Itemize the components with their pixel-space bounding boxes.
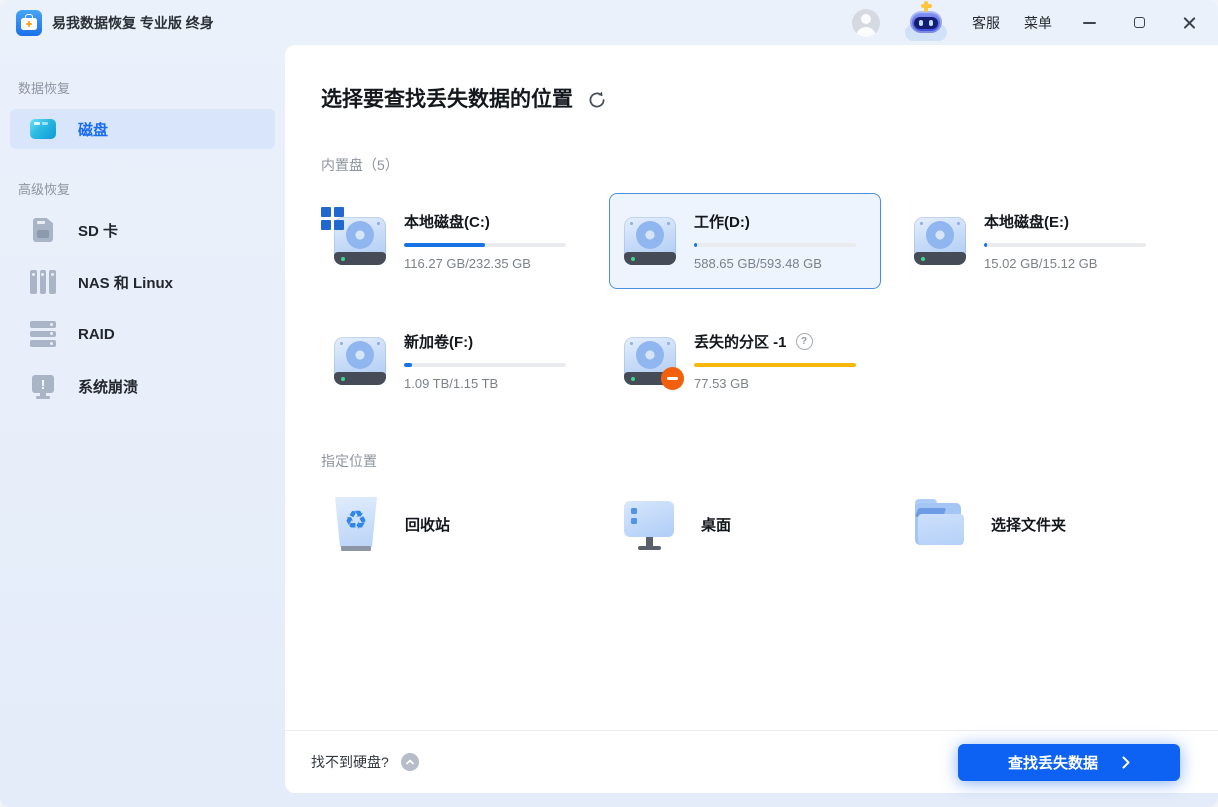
disk-capacity: 77.53 GB — [694, 376, 866, 391]
locations-section-label: 指定位置 — [321, 451, 1218, 471]
desktop-icon — [621, 496, 677, 552]
hard-drive-icon — [912, 215, 968, 267]
help-icon[interactable]: ? — [796, 333, 813, 350]
hard-drive-icon — [332, 215, 388, 267]
sidebar-item-sd-card[interactable]: SD 卡 — [10, 210, 275, 250]
location-label: 桌面 — [701, 514, 731, 535]
disk-name: 丢失的分区 -1 — [694, 331, 787, 352]
sidebar-item-nas-linux[interactable]: NAS 和 Linux — [10, 262, 275, 302]
title-bar: 易我数据恢复 专业版 终身 客服 菜单 — [0, 0, 1218, 45]
internal-disks-section-label: 内置盘（5） — [321, 155, 1218, 175]
disk-capacity: 116.27 GB/232.35 GB — [404, 256, 576, 271]
lost-partition-badge-icon — [661, 367, 684, 390]
location-desktop[interactable]: 桌面 — [609, 495, 881, 553]
hard-drive-icon — [622, 215, 678, 267]
usage-bar — [404, 363, 566, 367]
location-select-folder[interactable]: 选择文件夹 — [899, 495, 1171, 553]
chevron-up-icon[interactable] — [401, 753, 419, 771]
locations-grid: ♻ 回收站 桌面 选择文件夹 — [319, 495, 1218, 553]
sidebar-item-label: RAID — [78, 326, 115, 343]
chevron-right-icon — [1122, 756, 1130, 769]
disk-card-f[interactable]: 新加卷(F:) 1.09 TB/1.15 TB — [319, 313, 591, 409]
minimize-button[interactable] — [1076, 8, 1102, 38]
disk-capacity: 588.65 GB/593.48 GB — [694, 256, 866, 271]
system-crash-icon: ! — [30, 373, 56, 399]
disk-name: 本地磁盘(C:) — [404, 211, 576, 232]
page-title: 选择要查找丢失数据的位置 — [321, 83, 573, 113]
app-title: 易我数据恢复 专业版 终身 — [52, 13, 214, 33]
maximize-button[interactable] — [1126, 8, 1152, 38]
sidebar-item-label: 系统崩溃 — [78, 376, 138, 397]
menu-link[interactable]: 菜单 — [1024, 13, 1052, 33]
assistant-robot-icon[interactable] — [904, 3, 948, 43]
refresh-icon[interactable] — [587, 90, 607, 110]
location-label: 回收站 — [405, 514, 450, 535]
sidebar-item-system-crash[interactable]: ! 系统崩溃 — [10, 366, 275, 406]
scan-button-label: 查找丢失数据 — [1008, 752, 1098, 773]
close-button[interactable] — [1176, 8, 1202, 38]
scan-lost-data-button[interactable]: 查找丢失数据 — [958, 744, 1180, 781]
app-window: 易我数据恢复 专业版 终身 客服 菜单 数据恢复 磁盘 高级恢复 S — [0, 0, 1218, 807]
cannot-find-disk-hint: 找不到硬盘? — [311, 752, 389, 772]
location-recycle-bin[interactable]: ♻ 回收站 — [319, 495, 591, 553]
disk-card-e[interactable]: 本地磁盘(E:) 15.02 GB/15.12 GB — [899, 193, 1171, 289]
disk-name: 新加卷(F:) — [404, 331, 576, 352]
internal-disks-grid: 本地磁盘(C:) 116.27 GB/232.35 GB 工作(D:) 588.… — [319, 193, 1218, 409]
sidebar-section-advanced-recovery: 高级恢复 — [18, 179, 285, 198]
sidebar-section-data-recovery: 数据恢复 — [18, 78, 285, 97]
sidebar-item-disk[interactable]: 磁盘 — [10, 109, 275, 149]
hard-drive-icon — [622, 335, 678, 387]
sidebar-item-label: NAS 和 Linux — [78, 272, 173, 293]
disk-capacity: 15.02 GB/15.12 GB — [984, 256, 1156, 271]
nas-server-icon — [30, 269, 56, 296]
location-label: 选择文件夹 — [991, 514, 1066, 535]
sd-card-icon — [30, 217, 56, 243]
disk-card-d[interactable]: 工作(D:) 588.65 GB/593.48 GB — [609, 193, 881, 289]
folder-icon — [911, 498, 967, 550]
support-link[interactable]: 客服 — [972, 13, 1000, 33]
disk-icon — [30, 116, 56, 142]
app-logo-icon — [16, 10, 42, 36]
disk-name: 工作(D:) — [694, 211, 866, 232]
sidebar-item-label: SD 卡 — [78, 220, 118, 241]
disk-card-lost-partition[interactable]: 丢失的分区 -1 ? 77.53 GB — [609, 313, 881, 409]
raid-array-icon — [30, 321, 56, 347]
usage-bar — [984, 243, 1146, 247]
windows-logo-icon — [321, 207, 344, 230]
disk-card-c[interactable]: 本地磁盘(C:) 116.27 GB/232.35 GB — [319, 193, 591, 289]
usage-bar — [694, 243, 856, 247]
sidebar-item-label: 磁盘 — [78, 119, 108, 140]
usage-bar — [404, 243, 566, 247]
disk-name: 本地磁盘(E:) — [984, 211, 1156, 232]
main-panel: 选择要查找丢失数据的位置 内置盘（5） 本地磁盘(C:) 11 — [285, 45, 1218, 793]
sidebar: 数据恢复 磁盘 高级恢复 SD 卡 NAS 和 Linux RAID ! 系统崩… — [0, 45, 285, 807]
hard-drive-icon — [332, 335, 388, 387]
disk-capacity: 1.09 TB/1.15 TB — [404, 376, 576, 391]
user-avatar[interactable] — [852, 9, 880, 37]
footer-bar: 找不到硬盘? 查找丢失数据 — [285, 730, 1218, 793]
recycle-bin-icon: ♻ — [331, 495, 381, 553]
sidebar-item-raid[interactable]: RAID — [10, 314, 275, 354]
usage-bar — [694, 363, 856, 367]
